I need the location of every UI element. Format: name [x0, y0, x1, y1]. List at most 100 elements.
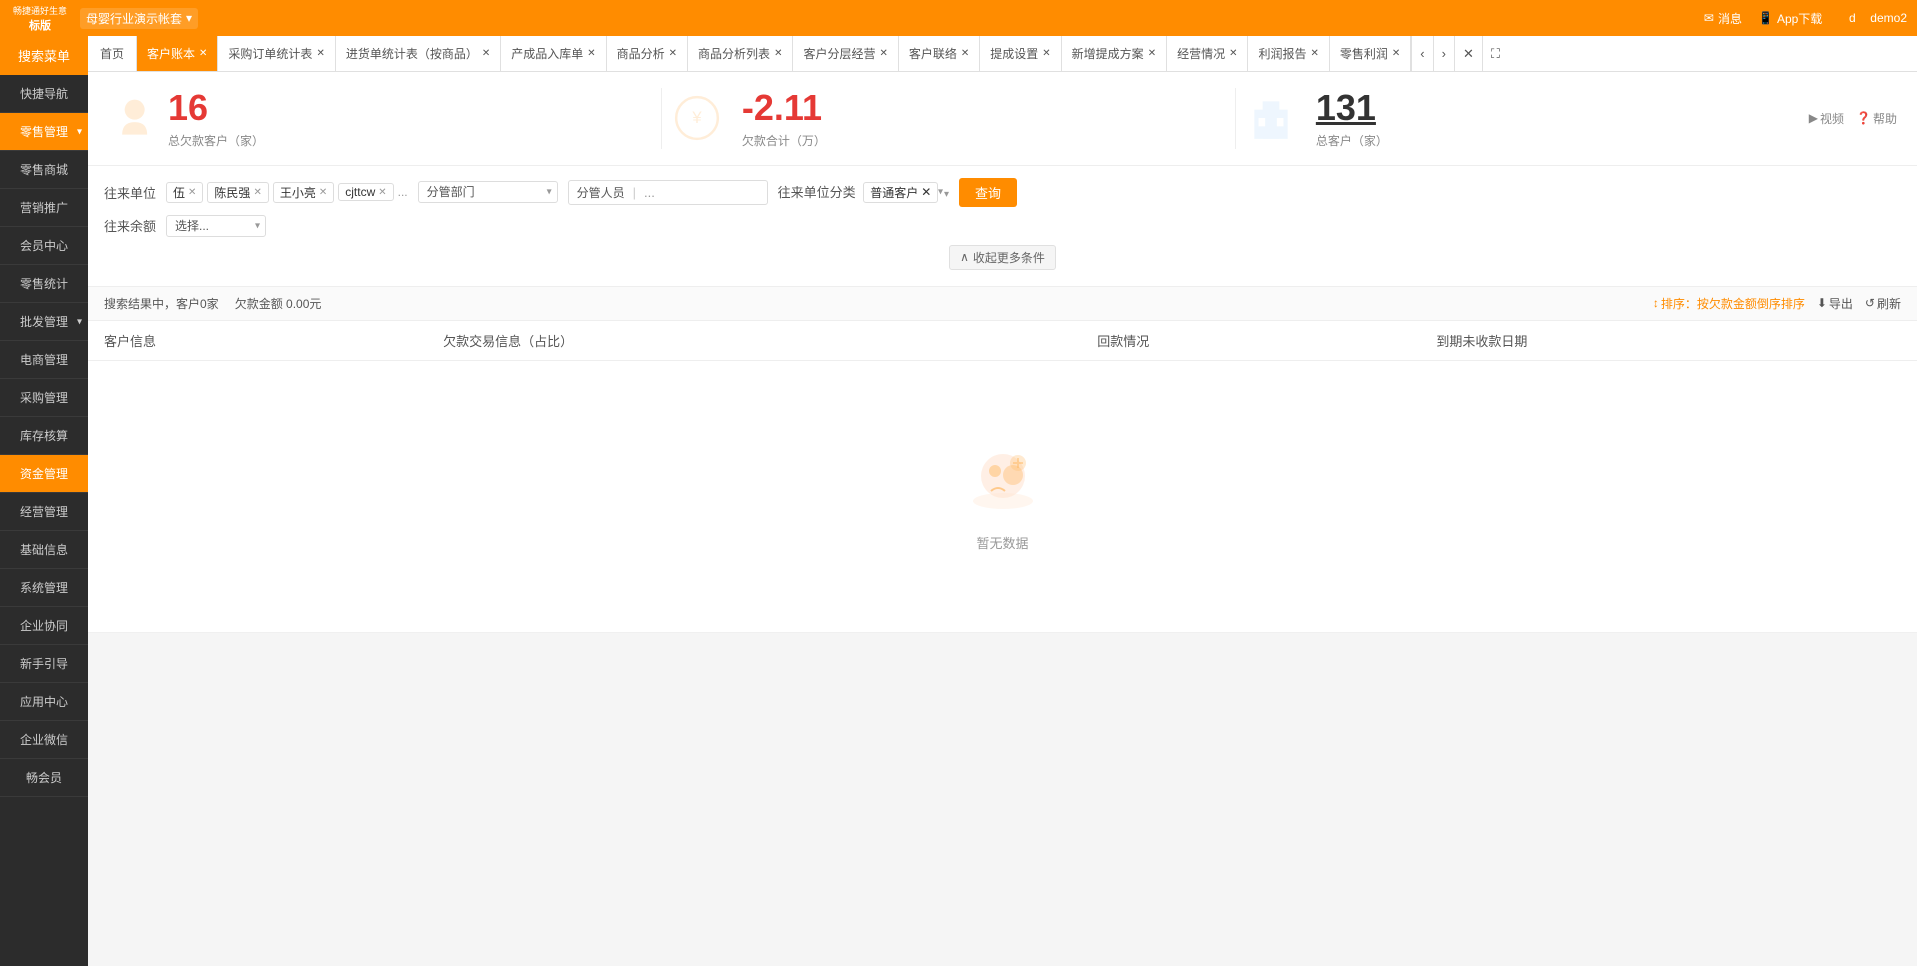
stat-total-all-customers: 131 总客户（家）	[1235, 88, 1809, 149]
building-icon	[1246, 93, 1296, 143]
tab-close-icon[interactable]: ✕	[587, 48, 595, 59]
tab-stock-stats[interactable]: 进货单统计表（按商品） ✕	[336, 36, 501, 71]
export-label: 导出	[1829, 295, 1853, 312]
chevron-down-icon[interactable]: ▾	[944, 189, 949, 200]
export-icon: ⬇	[1817, 296, 1827, 310]
tab-production[interactable]: 产成品入库单 ✕	[501, 36, 606, 71]
tab-purchase-stats[interactable]: 采购订单统计表 ✕	[218, 36, 335, 71]
sidebar-item-retail-mgmt[interactable]: 零售管理	[0, 113, 88, 151]
tab-customer-layer[interactable]: 客户分层经营 ✕	[793, 36, 898, 71]
data-table: 客户信息 欠款交易信息（占比） 回款情况 到期未收款日期	[88, 321, 1917, 633]
tab-home[interactable]: 首页	[88, 36, 137, 71]
avatar: d	[1838, 4, 1866, 32]
sidebar-item-finance[interactable]: 资金管理	[0, 455, 88, 493]
sidebar-item-label: 企业微信	[20, 733, 68, 747]
tab-scroll-right[interactable]: ›	[1433, 36, 1454, 71]
tag-close-icon[interactable]: ✕	[188, 187, 196, 198]
stat-right-links: ▶ 视频 ❓ 帮助	[1809, 110, 1897, 127]
sidebar-item-label: 零售管理	[20, 125, 68, 139]
account-dropdown[interactable]: 母婴行业演示帐套 ▾	[80, 8, 198, 29]
tab-close-icon[interactable]: ✕	[961, 48, 969, 59]
tab-close-icon[interactable]: ✕	[1311, 48, 1319, 59]
col-repayment: 回款情况	[1081, 321, 1420, 361]
tab-close-icon[interactable]: ✕	[879, 48, 887, 59]
tab-label: 商品分析	[617, 45, 665, 62]
tab-label: 进货单统计表（按商品）	[346, 45, 478, 62]
tag-close-icon[interactable]: ✕	[319, 187, 327, 198]
sidebar-item-label: 经营管理	[20, 505, 68, 519]
tab-close-icon[interactable]: ✕	[1148, 48, 1156, 59]
tab-close-icon[interactable]: ✕	[199, 48, 207, 59]
classify-tag[interactable]: 普通客户 ✕	[863, 182, 938, 203]
tag-close-icon[interactable]: ✕	[253, 187, 261, 198]
tab-product-analysis[interactable]: 商品分析 ✕	[607, 36, 688, 71]
unit-tag-2[interactable]: 陈民强 ✕	[207, 182, 268, 203]
classify-close-icon[interactable]: ✕	[921, 185, 931, 199]
sidebar-item-retail-stats[interactable]: 零售统计	[0, 265, 88, 303]
sidebar-item-appstore[interactable]: 应用中心	[0, 683, 88, 721]
top-bar-actions: ✉ 消息 📱 App下载 d demo2	[1704, 4, 1907, 32]
tab-scroll-left[interactable]: ‹	[1411, 36, 1432, 71]
sidebar-item-wholesale[interactable]: 批发管理	[0, 303, 88, 341]
sidebar-item-weixin[interactable]: 企业微信	[0, 721, 88, 759]
unit-tag-4[interactable]: cjttcw ✕	[338, 183, 393, 201]
classify-select-wrap: 往来单位分类 普通客户 ✕ ▾	[778, 182, 949, 203]
balance-select[interactable]: 选择...	[166, 215, 266, 237]
tab-close-icon[interactable]: ✕	[774, 48, 782, 59]
sidebar-item-system[interactable]: 系统管理	[0, 569, 88, 607]
person-more-btn[interactable]: ...	[644, 185, 655, 200]
stat-debt-amount: ¥ -2.11 欠款合计（万）	[661, 88, 1235, 149]
classify-tag-label: 普通客户	[870, 184, 918, 201]
tab-product-analysis-list[interactable]: 商品分析列表 ✕	[688, 36, 793, 71]
tab-commission-settings[interactable]: 提成设置 ✕	[980, 36, 1061, 71]
sidebar-item-member[interactable]: 会员中心	[0, 227, 88, 265]
tab-label: 客户联络	[909, 45, 957, 62]
tab-profit-report[interactable]: 利润报告 ✕	[1248, 36, 1329, 71]
tab-close-all[interactable]: ✕	[1454, 36, 1482, 71]
video-btn[interactable]: ▶ 视频	[1809, 110, 1844, 127]
export-button[interactable]: ⬇ 导出	[1817, 295, 1853, 312]
tab-close-icon[interactable]: ✕	[482, 48, 490, 59]
tab-customer-ledger[interactable]: 客户账本 ✕	[137, 36, 218, 71]
logo-line2: 标版	[29, 17, 51, 33]
help-btn[interactable]: ❓ 帮助	[1856, 110, 1897, 127]
sidebar-item-inventory[interactable]: 库存核算	[0, 417, 88, 455]
sidebar-item-operations[interactable]: 经营管理	[0, 493, 88, 531]
sidebar-item-basic-info[interactable]: 基础信息	[0, 531, 88, 569]
refresh-button[interactable]: ↺ 刷新	[1865, 295, 1901, 312]
sidebar-item-quick-nav[interactable]: 快捷导航	[0, 75, 88, 113]
sidebar-item-newbie[interactable]: 新手引导	[0, 645, 88, 683]
tab-close-icon[interactable]: ✕	[1229, 48, 1237, 59]
debt-icon: ¥	[672, 93, 722, 143]
search-button[interactable]: 查询	[959, 178, 1017, 207]
download-icon: 📱	[1758, 11, 1773, 25]
unit-tag-3[interactable]: 王小亮 ✕	[273, 182, 334, 203]
sidebar-item-retail-mall[interactable]: 零售商城	[0, 151, 88, 189]
sidebar-item-collab[interactable]: 企业协同	[0, 607, 88, 645]
tab-close-icon[interactable]: ✕	[316, 48, 324, 59]
tab-close-icon[interactable]: ✕	[669, 48, 677, 59]
tag-close-icon[interactable]: ✕	[378, 187, 386, 198]
unit-tag-1[interactable]: 伍 ✕	[166, 182, 203, 203]
tab-add-commission[interactable]: 新增提成方案 ✕	[1062, 36, 1167, 71]
results-actions: ↕ 排序：按欠款金额倒序排序 ⬇ 导出 ↺ 刷新	[1653, 295, 1901, 312]
tab-operations[interactable]: 经营情况 ✕	[1167, 36, 1248, 71]
sidebar-item-label: 采购管理	[20, 391, 68, 405]
collapse-btn[interactable]: ∧ 收起更多条件	[949, 245, 1056, 270]
tab-close-icon[interactable]: ✕	[1042, 48, 1050, 59]
sort-button[interactable]: ↕ 排序：按欠款金额倒序排序	[1653, 295, 1805, 312]
sidebar-item-ecommerce[interactable]: 电商管理	[0, 341, 88, 379]
sidebar-item-member2[interactable]: 畅会员	[0, 759, 88, 797]
user-avatar-btn[interactable]: d demo2	[1838, 4, 1907, 32]
tab-fullscreen[interactable]: ⛶	[1482, 36, 1508, 71]
sidebar-search[interactable]: 搜索菜单	[0, 36, 88, 75]
message-btn[interactable]: ✉ 消息	[1704, 10, 1742, 27]
sidebar-item-marketing[interactable]: 营销推广	[0, 189, 88, 227]
app-download-btn[interactable]: 📱 App下载	[1758, 10, 1822, 27]
more-tags-btn[interactable]: ...	[398, 185, 408, 199]
tab-close-icon[interactable]: ✕	[1392, 48, 1400, 59]
tab-retail-profit[interactable]: 零售利润 ✕	[1330, 36, 1411, 71]
sidebar-item-purchase[interactable]: 采购管理	[0, 379, 88, 417]
dept-select[interactable]: 分管部门	[418, 181, 558, 203]
tab-customer-contact[interactable]: 客户联络 ✕	[899, 36, 980, 71]
